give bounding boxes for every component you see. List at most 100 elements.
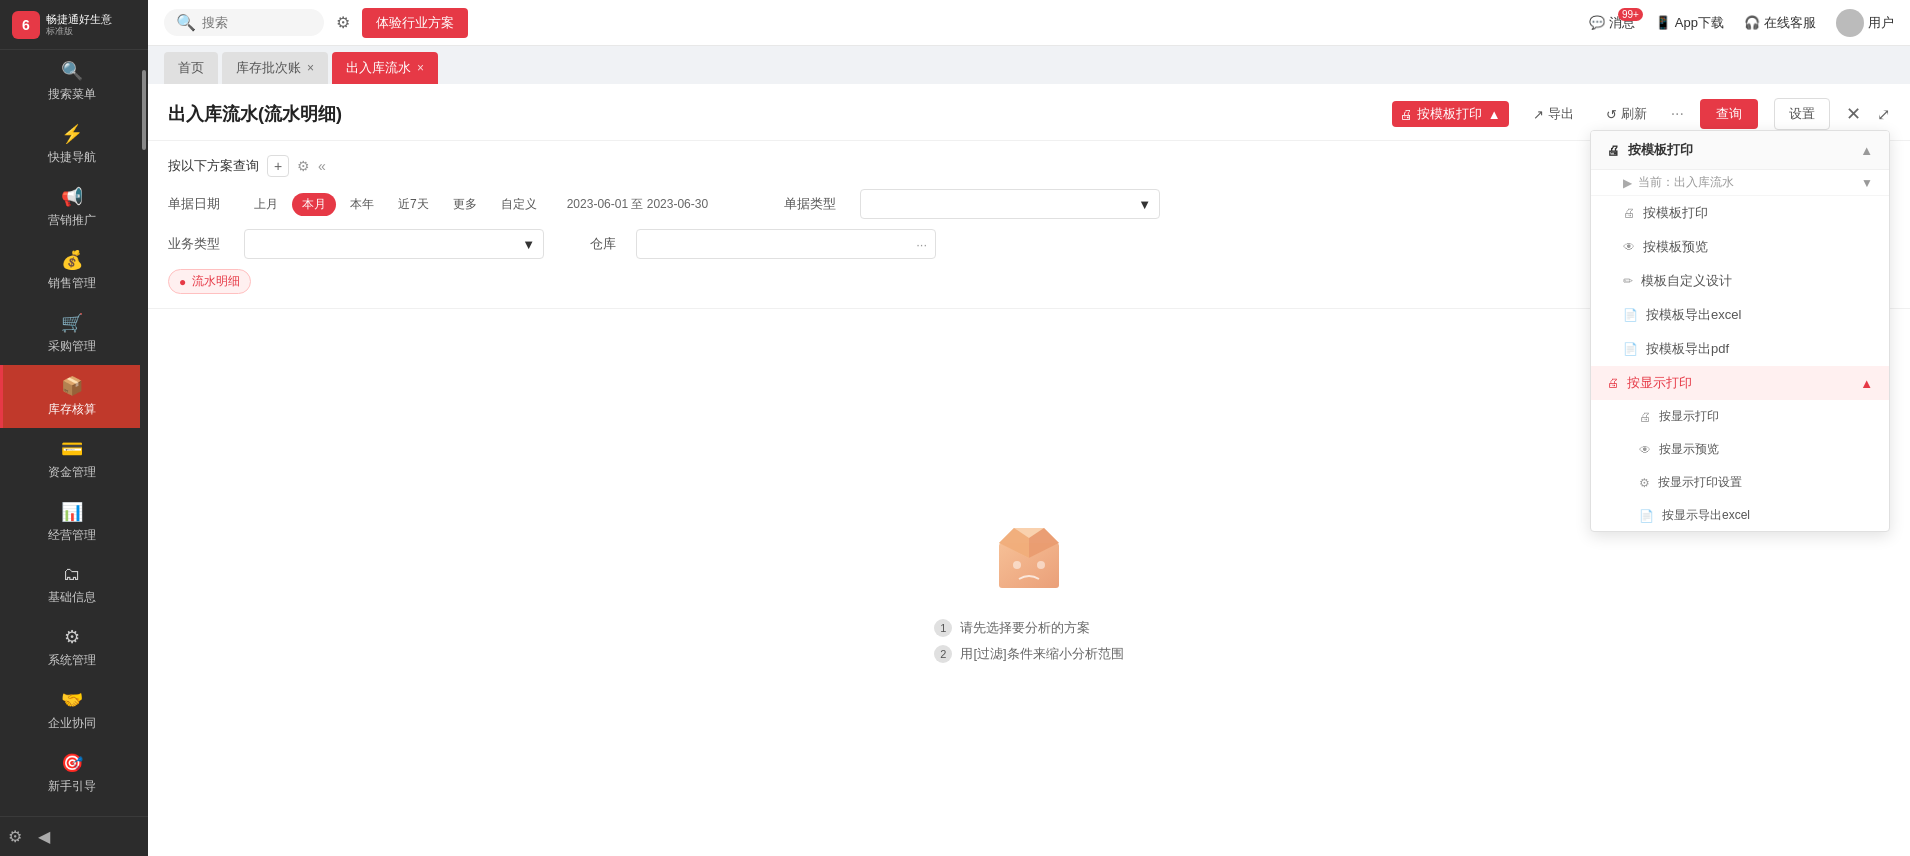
sidebar-item-operations[interactable]: 📊 经营管理 — [0, 491, 140, 554]
messages-badge: 99+ — [1618, 8, 1643, 21]
template-pdf-icon: 📄 — [1623, 342, 1638, 356]
coop-icon: 🤝 — [61, 689, 83, 711]
tab-batch[interactable]: 库存批次账 × — [222, 52, 328, 84]
page-title: 出入库流水(流水明细) — [168, 102, 342, 126]
template-excel-label: 按模板导出excel — [1646, 306, 1741, 324]
sidebar-item-sales[interactable]: 💰 销售管理 — [0, 239, 140, 302]
online-service-label: 在线客服 — [1764, 14, 1816, 32]
tip-num-1: 1 — [934, 619, 952, 637]
dropdown-chevron-up[interactable]: ▲ — [1860, 143, 1873, 158]
sidebar-item-label: 库存核算 — [48, 401, 96, 418]
tip-text-1: 请先选择要分析的方案 — [960, 619, 1090, 637]
sidebar-item-purchase[interactable]: 🛒 采购管理 — [0, 302, 140, 365]
date-tab-last-month[interactable]: 上月 — [244, 193, 288, 216]
shortcut-icon: ⚡ — [61, 123, 83, 145]
dropdown-display-export-excel[interactable]: 📄 按显示导出excel — [1591, 499, 1889, 531]
flow-detail-chip[interactable]: ● 流水明细 — [168, 269, 251, 294]
filter-add-btn[interactable]: + — [267, 155, 289, 177]
dropdown-template-customize[interactable]: ✏ 模板自定义设计 — [1591, 264, 1889, 298]
sidebar-item-label: 搜索菜单 — [48, 86, 96, 103]
tab-flow-close[interactable]: × — [417, 61, 424, 75]
display-print-label: 按显示打印 — [1659, 408, 1719, 425]
sidebar-item-label: 营销推广 — [48, 212, 96, 229]
sidebar-item-label: 新手引导 — [48, 778, 96, 795]
dropdown-template-preview[interactable]: 👁 按模板预览 — [1591, 230, 1889, 264]
user-avatar[interactable]: 用户 — [1836, 9, 1894, 37]
print-btn[interactable]: 🖨 按模板打印 ▲ — [1392, 101, 1509, 127]
warehouse-select[interactable]: ··· — [636, 229, 936, 259]
user-name: 用户 — [1868, 14, 1894, 32]
filter-collapse-icon[interactable]: « — [318, 158, 326, 174]
refresh-btn[interactable]: ↺ 刷新 — [1598, 101, 1655, 127]
tab-home[interactable]: 首页 — [164, 52, 218, 84]
industry-btn[interactable]: 体验行业方案 — [362, 8, 468, 38]
ellipsis-more-btn[interactable]: ··· — [1671, 105, 1684, 123]
headset-icon: 🎧 — [1744, 15, 1760, 30]
dropdown-display-group-header[interactable]: 🖨 按显示打印 ▲ — [1591, 366, 1889, 400]
date-tab-7days[interactable]: 近7天 — [388, 193, 439, 216]
dropdown-display-print[interactable]: 🖨 按显示打印 — [1591, 400, 1889, 433]
sidebar-item-basic[interactable]: 🗂 基础信息 — [0, 554, 140, 616]
purchase-icon: 🛒 — [61, 312, 83, 334]
date-tab-this-year[interactable]: 本年 — [340, 193, 384, 216]
tab-home-label: 首页 — [178, 59, 204, 77]
sidebar-item-finance[interactable]: 💳 资金管理 — [0, 428, 140, 491]
messages-btn[interactable]: 💬 消息 99+ — [1589, 14, 1635, 32]
fullscreen-btn[interactable]: ⤢ — [1877, 105, 1890, 124]
voucher-type-label: 单据类型 — [784, 195, 844, 213]
export-btn[interactable]: ↗ 导出 — [1525, 101, 1582, 127]
sidebar-item-guide[interactable]: 🎯 新手引导 — [0, 742, 140, 805]
collapse-sidebar-icon[interactable]: ◀ — [38, 827, 50, 846]
display-settings-icon: ⚙ — [1639, 476, 1650, 490]
settings-icon[interactable]: ⚙ — [8, 827, 22, 846]
warehouse-label: 仓库 — [590, 235, 620, 253]
tab-flow[interactable]: 出入库流水 × — [332, 52, 438, 84]
sidebar-scrollbar[interactable] — [140, 50, 148, 816]
business-type-select[interactable]: ▼ — [244, 229, 544, 259]
sidebar-item-inventory[interactable]: 📦 库存核算 — [0, 365, 140, 428]
tabbar: 首页 库存批次账 × 出入库流水 × — [148, 46, 1910, 84]
query-btn[interactable]: 查询 — [1700, 99, 1758, 129]
date-tab-custom[interactable]: 自定义 — [491, 193, 547, 216]
operations-icon: 📊 — [61, 501, 83, 523]
topbar-search-box[interactable]: 🔍 — [164, 9, 324, 36]
sidebar-item-coop[interactable]: 🤝 企业协同 — [0, 679, 140, 742]
dropdown-template-print[interactable]: 🖨 按模板打印 — [1591, 196, 1889, 230]
sidebar-item-label: 系统管理 — [48, 652, 96, 669]
tab-batch-label: 库存批次账 — [236, 59, 301, 77]
search-icon: 🔍 — [176, 13, 196, 32]
main-area: 🔍 ⚙ 体验行业方案 💬 消息 99+ 📱 App下载 🎧 在线客服 用户 — [148, 0, 1910, 856]
warehouse-ellipsis[interactable]: ··· — [916, 237, 927, 252]
sidebar-item-shortcut[interactable]: ⚡ 快捷导航 — [0, 113, 140, 176]
topbar-gear-icon[interactable]: ⚙ — [336, 13, 350, 32]
filter-gear-icon[interactable]: ⚙ — [297, 158, 310, 174]
online-service-btn[interactable]: 🎧 在线客服 — [1744, 14, 1816, 32]
sidebar-item-label: 采购管理 — [48, 338, 96, 355]
dropdown-display-preview[interactable]: 👁 按显示预览 — [1591, 433, 1889, 466]
svg-point-4 — [1013, 561, 1021, 569]
dropdown-scroll[interactable]: 🖨 按模板打印 ▲ ▶ 当前：出入库流水 ▼ 🖨 — [1591, 131, 1889, 531]
tab-batch-close[interactable]: × — [307, 61, 314, 75]
sidebar-item-marketing[interactable]: 📢 营销推广 — [0, 176, 140, 239]
template-customize-label: 模板自定义设计 — [1641, 272, 1732, 290]
sidebar: 6 畅捷通好生意 标准版 🔍 搜索菜单 ⚡ 快捷导航 📢 营销推广 💰 销售 — [0, 0, 148, 856]
search-input[interactable] — [202, 15, 302, 30]
dropdown-template-export-excel[interactable]: 📄 按模板导出excel — [1591, 298, 1889, 332]
sidebar-item-app-center[interactable]: 🔲 应用中心 — [0, 805, 140, 816]
inventory-icon: 📦 — [61, 375, 83, 397]
date-tab-more[interactable]: 更多 — [443, 193, 487, 216]
chip-label: 流水明细 — [192, 273, 240, 290]
dropdown-display-print-settings[interactable]: ⚙ 按显示打印设置 — [1591, 466, 1889, 499]
display-group-icon: 🖨 — [1607, 376, 1619, 390]
empty-tips: 1 请先选择要分析的方案 2 用[过滤]条件来缩小分析范围 — [934, 619, 1123, 663]
page-close-btn[interactable]: ✕ — [1846, 103, 1861, 125]
sidebar-item-system[interactable]: ⚙ 系统管理 — [0, 616, 140, 679]
empty-tip-2: 2 用[过滤]条件来缩小分析范围 — [934, 645, 1123, 663]
display-group-chevron: ▲ — [1860, 376, 1873, 391]
voucher-type-select[interactable]: ▼ — [860, 189, 1160, 219]
settings-btn[interactable]: 设置 — [1774, 98, 1830, 130]
dropdown-template-export-pdf[interactable]: 📄 按模板导出pdf — [1591, 332, 1889, 366]
sidebar-item-search[interactable]: 🔍 搜索菜单 — [0, 50, 140, 113]
date-tab-this-month[interactable]: 本月 — [292, 193, 336, 216]
app-download-btn[interactable]: 📱 App下载 — [1655, 14, 1724, 32]
